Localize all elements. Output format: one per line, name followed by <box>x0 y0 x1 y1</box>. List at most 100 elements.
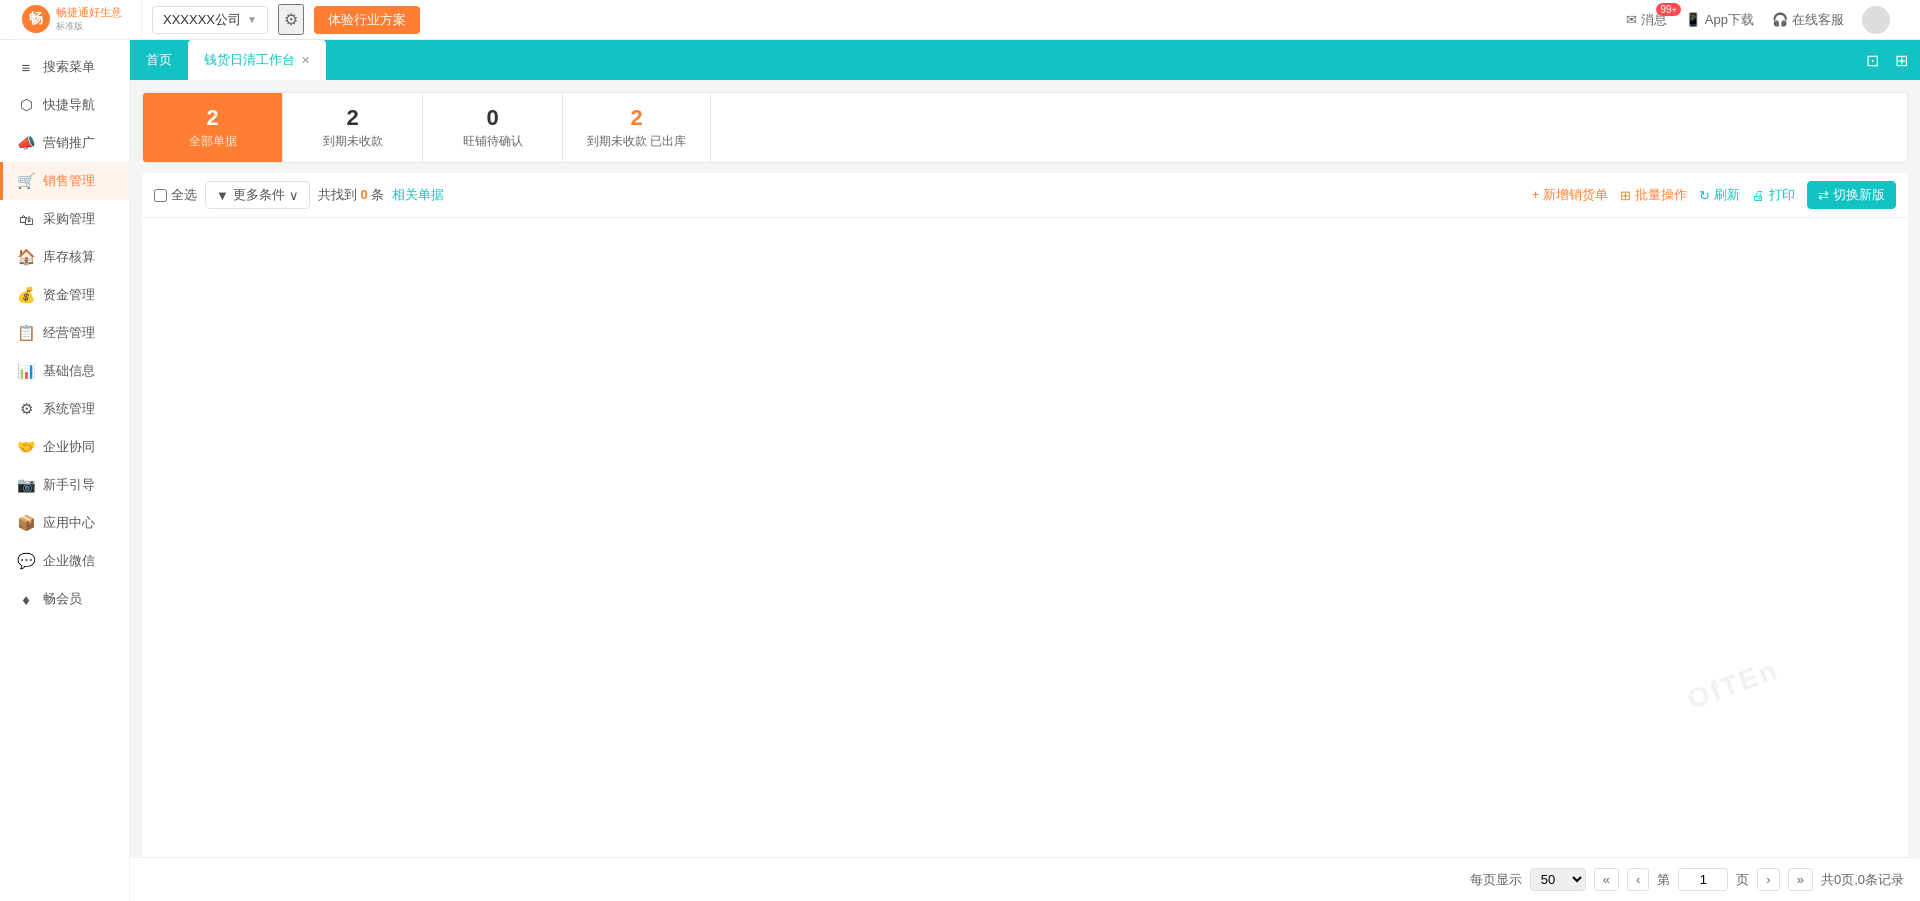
sidebar-item-label: 系统管理 <box>43 400 95 418</box>
print-button[interactable]: 🖨 打印 <box>1752 186 1795 204</box>
first-page-button[interactable]: « <box>1594 868 1619 891</box>
page-size-select[interactable]: 50 10 20 100 <box>1530 868 1586 891</box>
tab-bar-actions: ⊡ ⊞ <box>1862 49 1920 72</box>
sidebar: ≡ 搜索菜单 ⬡ 快捷导航 📣 营销推广 🛒 销售管理 🛍 采购管理 🏠 库存核… <box>0 40 130 901</box>
stat-overdue-num: 2 <box>307 105 398 131</box>
stat-all-label: 全部单据 <box>167 133 258 150</box>
avatar[interactable] <box>1862 6 1890 34</box>
table-area <box>142 218 1908 901</box>
total-info: 共0页,0条记录 <box>1821 871 1904 889</box>
enterprise-icon: 🤝 <box>17 438 35 456</box>
found-text: 共找到 0 条 <box>318 186 384 204</box>
stat-pending-num: 0 <box>447 105 538 131</box>
chevron-down-icon: ▼ <box>247 14 257 25</box>
tab-close-icon[interactable]: ✕ <box>301 54 310 67</box>
tab-work-bench[interactable]: 钱货日清工作台 ✕ <box>188 40 326 80</box>
content-panel: 全选 ▼ 更多条件 ∨ 共找到 0 条 相关单据 + 新增销货单 ⊞ 批量操作 <box>142 173 1908 901</box>
stat-tab-all[interactable]: 2 全部单据 <box>143 93 283 162</box>
tab-maximize-button[interactable]: ⊞ <box>1891 49 1912 72</box>
operation-icon: 📋 <box>17 324 35 342</box>
message-badge: 99+ <box>1656 3 1680 16</box>
settings-button[interactable]: ⚙ <box>278 4 304 35</box>
next-page-button[interactable]: › <box>1757 868 1779 891</box>
page-input[interactable] <box>1678 868 1728 891</box>
logo-icon: 畅 <box>22 5 50 33</box>
sidebar-item-operation[interactable]: 📋 经营管理 <box>0 314 129 352</box>
phone-icon: 📱 <box>1685 12 1701 27</box>
company-selector[interactable]: XXXXXX公司 ▼ <box>152 6 268 34</box>
company-name: XXXXXX公司 <box>163 11 241 29</box>
switch-version-button[interactable]: ⇄ 切换新版 <box>1807 181 1896 209</box>
sidebar-item-label: 畅会员 <box>43 590 82 608</box>
inventory-icon: 🏠 <box>17 248 35 266</box>
filter-label: 更多条件 <box>233 186 285 204</box>
sidebar-item-inventory[interactable]: 🏠 库存核算 <box>0 238 129 276</box>
sidebar-item-member[interactable]: ♦ 畅会员 <box>0 580 129 618</box>
sidebar-item-sales[interactable]: 🛒 销售管理 <box>0 162 129 200</box>
app-name: 畅捷通好生意 <box>56 5 122 19</box>
sidebar-item-label: 基础信息 <box>43 362 95 380</box>
tab-work-bench-label: 钱货日清工作台 <box>204 51 295 69</box>
online-service-label: 在线客服 <box>1792 11 1844 29</box>
tab-home[interactable]: 首页 <box>130 40 188 80</box>
member-icon: ♦ <box>17 591 35 608</box>
tab-home-label: 首页 <box>146 51 172 69</box>
sidebar-item-finance[interactable]: 💰 资金管理 <box>0 276 129 314</box>
toolbar: 全选 ▼ 更多条件 ∨ 共找到 0 条 相关单据 + 新增销货单 ⊞ 批量操作 <box>142 173 1908 218</box>
sidebar-item-label: 应用中心 <box>43 514 95 532</box>
select-all-checkbox[interactable] <box>154 189 167 202</box>
filter-icon: ▼ <box>216 188 229 203</box>
logo-text-block: 畅捷通好生意 标准版 <box>56 5 122 32</box>
switch-label: 切换新版 <box>1833 186 1885 204</box>
online-service-button[interactable]: 🎧 在线客服 <box>1772 11 1844 29</box>
tab-minimize-button[interactable]: ⊡ <box>1862 49 1883 72</box>
stats-tabs: 2 全部单据 2 到期未收款 0 旺铺待确认 2 到期未收款 已出库 <box>142 92 1908 163</box>
sidebar-item-label: 资金管理 <box>43 286 95 304</box>
refresh-label: 刷新 <box>1714 186 1740 204</box>
sidebar-item-nav[interactable]: ⬡ 快捷导航 <box>0 86 129 124</box>
filter-button[interactable]: ▼ 更多条件 ∨ <box>205 181 310 209</box>
page-label: 第 <box>1657 871 1670 889</box>
sidebar-item-enterprise[interactable]: 🤝 企业协同 <box>0 428 129 466</box>
finance-icon: 💰 <box>17 286 35 304</box>
trial-button[interactable]: 体验行业方案 <box>314 6 420 34</box>
sidebar-item-marketing[interactable]: 📣 营销推广 <box>0 124 129 162</box>
sales-icon: 🛒 <box>17 172 35 190</box>
sidebar-item-wechat[interactable]: 💬 企业微信 <box>0 542 129 580</box>
main-content: 2 全部单据 2 到期未收款 0 旺铺待确认 2 到期未收款 已出库 全选 ▼ … <box>130 80 1920 901</box>
message-button[interactable]: ✉ 消息 99+ <box>1626 11 1667 29</box>
stat-tab-overdue[interactable]: 2 到期未收款 <box>283 93 423 162</box>
sidebar-nav: ≡ 搜索菜单 ⬡ 快捷导航 📣 营销推广 🛒 销售管理 🛍 采购管理 🏠 库存核… <box>0 40 129 901</box>
quick-nav-icon: ⬡ <box>17 96 35 114</box>
print-label: 打印 <box>1769 186 1795 204</box>
sidebar-item-guide[interactable]: 📷 新手引导 <box>0 466 129 504</box>
add-sales-order-button[interactable]: + 新增销货单 <box>1532 186 1608 204</box>
sidebar-item-label: 销售管理 <box>43 172 95 190</box>
guide-icon: 📷 <box>17 476 35 494</box>
select-all-text: 全选 <box>171 186 197 204</box>
search-menu-icon: ≡ <box>17 59 35 76</box>
logo-area: 畅 畅捷通好生意 标准版 <box>12 0 142 40</box>
stat-tab-pending[interactable]: 0 旺铺待确认 <box>423 93 563 162</box>
select-all-label[interactable]: 全选 <box>154 186 197 204</box>
sidebar-item-label: 新手引导 <box>43 476 95 494</box>
sidebar-item-system[interactable]: ⚙ 系统管理 <box>0 390 129 428</box>
sidebar-item-label: 库存核算 <box>43 248 95 266</box>
page-size-label: 每页显示 <box>1470 871 1522 889</box>
prev-page-button[interactable]: ‹ <box>1627 868 1649 891</box>
batch-label: 批量操作 <box>1635 186 1687 204</box>
stat-tab-unshipped[interactable]: 2 到期未收款 已出库 <box>563 93 711 162</box>
sidebar-item-search[interactable]: ≡ 搜索菜单 <box>0 48 129 86</box>
last-page-button[interactable]: » <box>1788 868 1813 891</box>
sidebar-item-app-center[interactable]: 📦 应用中心 <box>0 504 129 542</box>
sidebar-item-purchase[interactable]: 🛍 采购管理 <box>0 200 129 238</box>
app-download-button[interactable]: 📱 App下载 <box>1685 11 1754 29</box>
basic-icon: 📊 <box>17 362 35 380</box>
top-bar: 畅 畅捷通好生意 标准版 XXXXXX公司 ▼ ⚙ 体验行业方案 ✉ 消息 99… <box>0 0 1920 40</box>
batch-operation-button[interactable]: ⊞ 批量操作 <box>1620 186 1687 204</box>
sidebar-item-label: 企业微信 <box>43 552 95 570</box>
sidebar-item-basic[interactable]: 📊 基础信息 <box>0 352 129 390</box>
headset-icon: 🎧 <box>1772 12 1788 27</box>
refresh-button[interactable]: ↻ 刷新 <box>1699 186 1740 204</box>
related-records-link[interactable]: 相关单据 <box>392 186 444 204</box>
